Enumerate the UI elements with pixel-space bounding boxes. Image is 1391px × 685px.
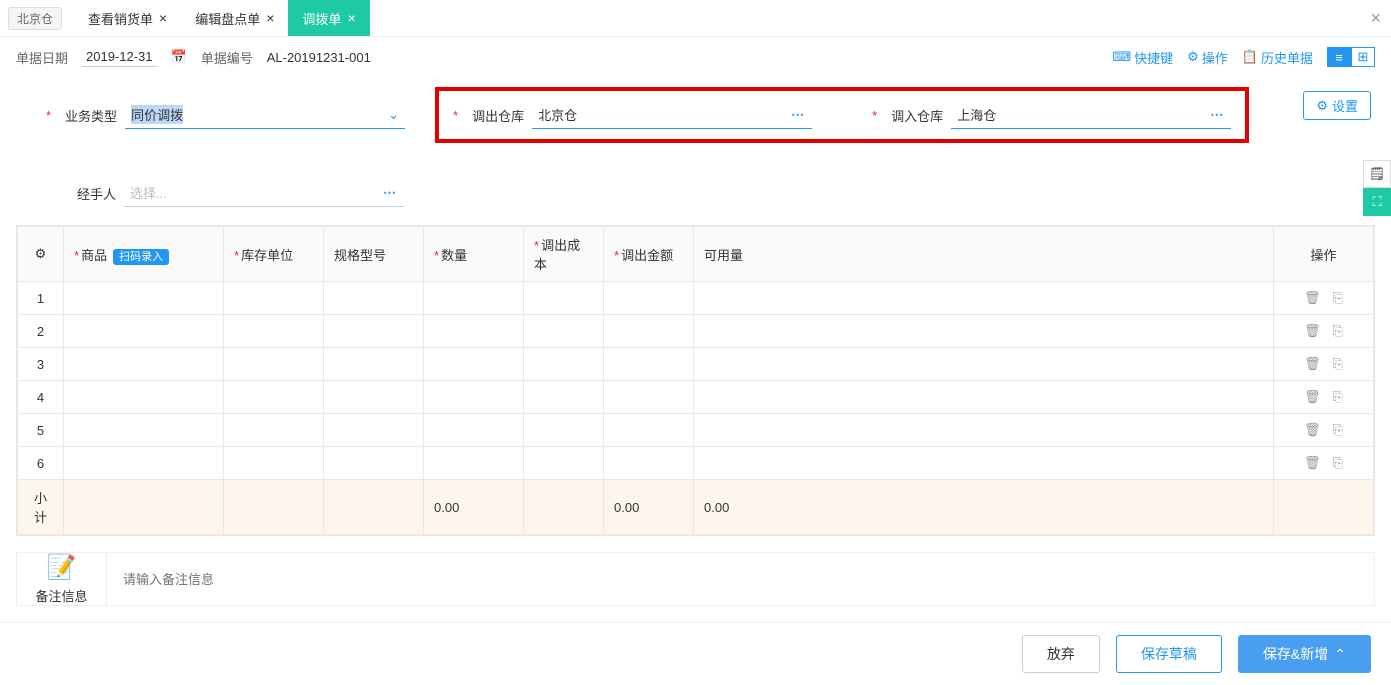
col-product: *商品扫码录入 [64,227,224,282]
col-available: 可用量 [694,227,1274,282]
operate-link[interactable]: ⚙ 操作 [1187,48,1228,67]
biz-type-value: 同价调拨 [131,105,183,124]
more-icon: ⋯ [383,185,398,201]
in-warehouse-value: 上海仓 [957,105,996,124]
in-warehouse-label: 调入仓库 [887,106,943,125]
save-new-button[interactable]: 保存&新增 ⌃ [1238,635,1371,673]
copy-icon[interactable]: ⎘ [1333,389,1343,405]
required-icon: * [46,108,51,123]
delete-icon[interactable]: 🗑 [1304,323,1321,339]
view-list-button[interactable]: ≡ [1327,47,1351,67]
location-tag[interactable]: 北京仓 [8,7,62,30]
subtotal-available: 0.00 [694,480,1274,535]
history-link[interactable]: 📋 历史单据 [1242,48,1313,67]
close-panel-icon[interactable]: × [1370,8,1381,29]
tab-label: 编辑盘点单 [195,9,260,28]
doc-no-label: 单据编号 [201,48,253,67]
out-warehouse-value: 北京仓 [538,105,577,124]
date-label: 单据日期 [16,48,68,67]
tab-view-sales[interactable]: 查看销货单 × [74,0,181,36]
biz-type-select[interactable]: 同价调拨 ⌄ [125,101,405,129]
scan-badge[interactable]: 扫码录入 [113,249,169,265]
col-unit: *库存单位 [224,227,324,282]
side-note-icon[interactable]: 🗒 [1363,160,1391,188]
abandon-button[interactable]: 放弃 [1022,635,1100,673]
subtotal-label: 小计 [18,480,64,535]
close-icon[interactable]: × [266,10,274,26]
copy-icon[interactable]: ⎘ [1333,356,1343,372]
row-index: 1 [18,282,64,315]
table-row[interactable]: 6 🗑 ⎘ [18,447,1374,480]
chevron-up-icon: ⌃ [1334,646,1346,663]
copy-icon[interactable]: ⎘ [1333,455,1343,471]
in-warehouse-select[interactable]: 上海仓 ⋯ [951,101,1231,129]
row-index: 3 [18,348,64,381]
settings-button[interactable]: ⚙ 设置 [1303,91,1371,120]
out-warehouse-label: 调出仓库 [468,106,524,125]
shortcut-link[interactable]: ⌨ 快捷键 [1112,48,1173,67]
required-icon: * [872,108,877,123]
view-grid-button[interactable]: ⊞ [1351,47,1375,67]
col-gear[interactable]: ⚙ [18,227,64,282]
row-index: 2 [18,315,64,348]
col-out-cost: *调出成本 [524,227,604,282]
chevron-down-icon: ⌄ [388,107,399,123]
note-icon: 📝 [47,553,77,582]
table-row[interactable]: 1 🗑 ⎘ [18,282,1374,315]
date-value[interactable]: 2019-12-31 [82,47,157,67]
warehouse-highlight-box: * 调出仓库 北京仓 ⋯ * 调入仓库 上海仓 ⋯ [435,87,1249,143]
out-warehouse-select[interactable]: 北京仓 ⋯ [532,101,812,129]
close-icon[interactable]: × [159,10,167,26]
required-icon: * [453,108,458,123]
tab-label: 调拨单 [302,9,341,28]
items-table: ⚙ *商品扫码录入 *库存单位 规格型号 *数量 *调出成本 *调出金额 可用量… [17,226,1374,535]
delete-icon[interactable]: 🗑 [1304,290,1321,306]
copy-icon[interactable]: ⎘ [1333,323,1343,339]
close-icon[interactable]: × [347,10,355,26]
tab-label: 查看销货单 [88,9,153,28]
remark-label: 备注信息 [35,586,87,605]
table-row[interactable]: 2 🗑 ⎘ [18,315,1374,348]
delete-icon[interactable]: 🗑 [1304,389,1321,405]
delete-icon[interactable]: 🗑 [1304,422,1321,438]
side-expand-icon[interactable]: ⛶ [1363,188,1391,216]
delete-icon[interactable]: 🗑 [1304,356,1321,372]
delete-icon[interactable]: 🗑 [1304,455,1321,471]
table-row[interactable]: 4 🗑 ⎘ [18,381,1374,414]
more-icon: ⋯ [791,107,806,123]
copy-icon[interactable]: ⎘ [1333,422,1343,438]
tab-transfer[interactable]: 调拨单 × [288,0,369,36]
tab-edit-inventory[interactable]: 编辑盘点单 × [181,0,288,36]
handler-label: 经手人 [46,184,116,203]
table-row[interactable]: 3 🗑 ⎘ [18,348,1374,381]
calendar-icon[interactable]: 📅 [171,49,187,65]
subtotal-qty: 0.00 [424,480,524,535]
col-ops: 操作 [1274,227,1374,282]
row-index: 6 [18,447,64,480]
handler-select[interactable]: 选择... ⋯ [124,179,404,207]
handler-placeholder: 选择... [130,183,167,202]
col-out-amount: *调出金额 [604,227,694,282]
row-index: 4 [18,381,64,414]
biz-type-label: 业务类型 [61,106,117,125]
col-spec: 规格型号 [324,227,424,282]
row-index: 5 [18,414,64,447]
doc-no-value: AL-20191231-001 [267,50,371,65]
copy-icon[interactable]: ⎘ [1333,290,1343,306]
table-row[interactable]: 5 🗑 ⎘ [18,414,1374,447]
save-draft-button[interactable]: 保存草稿 [1116,635,1222,673]
col-qty: *数量 [424,227,524,282]
gear-icon: ⚙ [1316,98,1328,114]
remark-input[interactable] [107,553,1374,605]
subtotal-amount: 0.00 [604,480,694,535]
more-icon: ⋯ [1210,107,1225,123]
